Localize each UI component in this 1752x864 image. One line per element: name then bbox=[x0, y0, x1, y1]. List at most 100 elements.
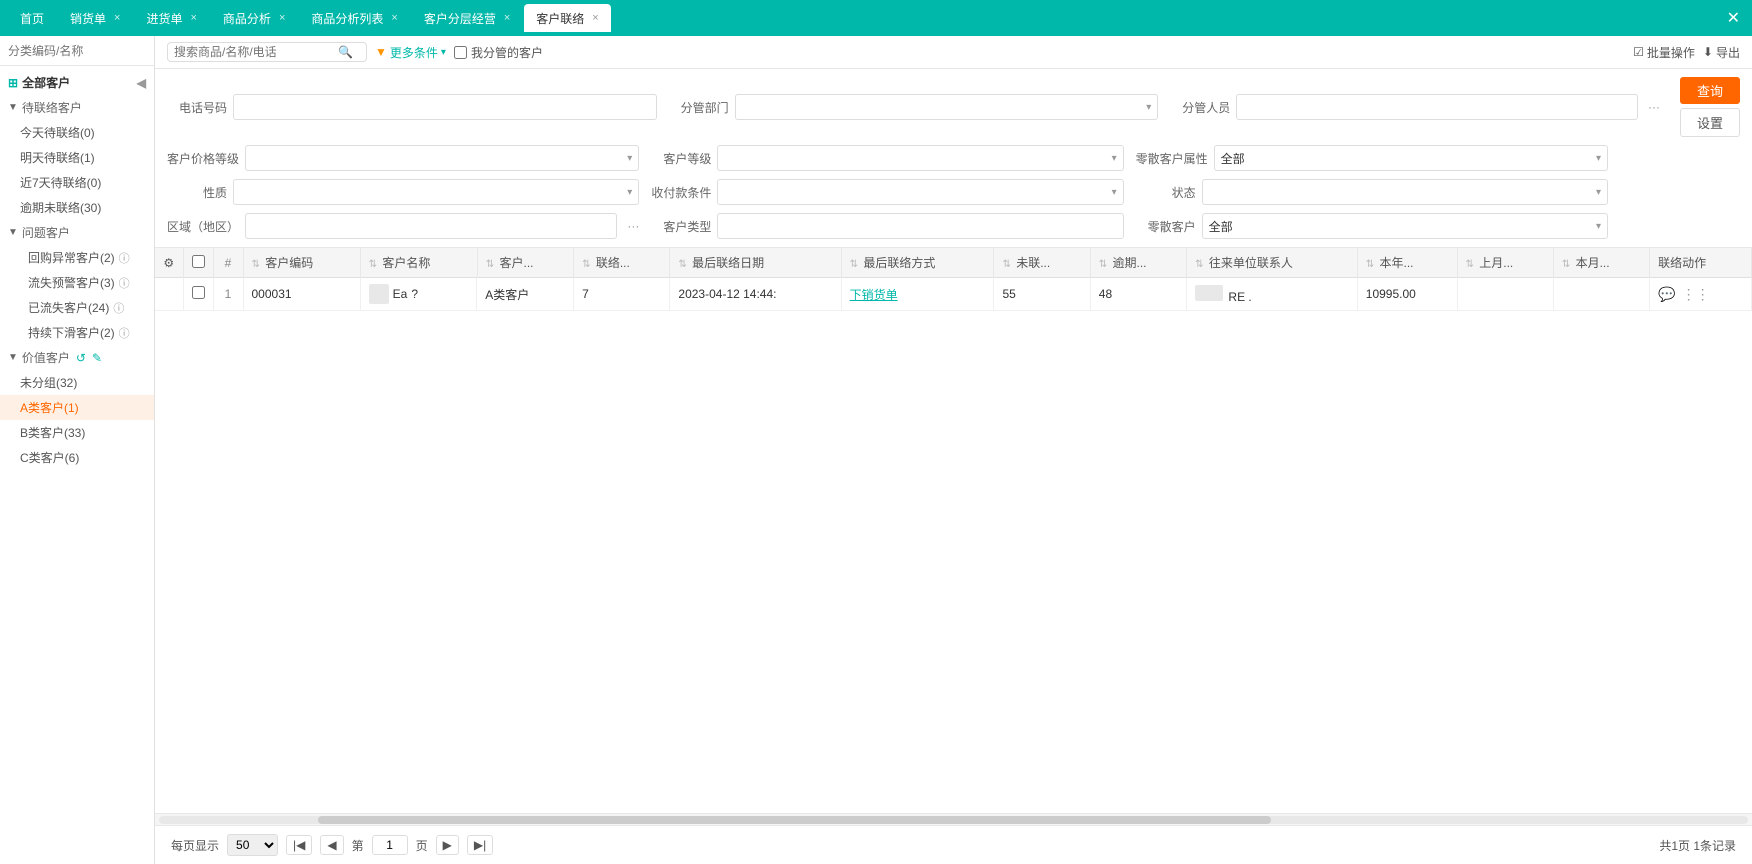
name-sort-icon[interactable]: ⇅ bbox=[369, 259, 377, 270]
prev-page-button[interactable]: ◀ bbox=[320, 835, 343, 855]
code-sort-icon[interactable]: ⇅ bbox=[252, 259, 260, 270]
filter-select-nature[interactable]: ▾ bbox=[233, 179, 639, 205]
sidebar-item-today[interactable]: 今天待联络(0) bbox=[0, 120, 154, 145]
filter-select-price-level[interactable]: ▾ bbox=[245, 145, 639, 171]
sidebar-item-churn-warning[interactable]: 流失预警客户(3) ⓘ bbox=[0, 270, 154, 295]
window-close-button[interactable]: ✕ bbox=[1723, 4, 1744, 32]
page-size-select[interactable]: 50 100 200 bbox=[227, 834, 278, 856]
sidebar-item-declining[interactable]: 持续下滑客户(2) ⓘ bbox=[0, 320, 154, 345]
filter-label-retail: 零散客户 bbox=[1136, 218, 1196, 235]
refresh-value-icon[interactable]: ↺ bbox=[76, 351, 86, 365]
total-records: 共1页 1条记录 bbox=[1659, 837, 1736, 854]
col-settings-icon[interactable]: ⚙ bbox=[163, 256, 174, 270]
sidebar-all-customers[interactable]: ⊞ 全部客户 ◀ bbox=[0, 66, 154, 95]
filter-select-retail[interactable]: 全部 ▾ bbox=[1202, 213, 1608, 239]
first-page-button[interactable]: |◀ bbox=[286, 835, 312, 855]
row-checkbox[interactable] bbox=[192, 286, 205, 299]
group-pending-label: 待联络客户 bbox=[22, 99, 82, 116]
region-dots-icon[interactable]: ··· bbox=[627, 219, 639, 233]
filter-input-person[interactable] bbox=[1236, 94, 1638, 120]
td-last-month bbox=[1457, 278, 1553, 311]
horizontal-scrollbar[interactable] bbox=[155, 813, 1752, 825]
scrollbar-track bbox=[159, 816, 1748, 824]
filter-label-person: 分管人员 bbox=[1170, 99, 1230, 116]
sidebar-group-value[interactable]: ▼ 价值客户 ↺ ✎ bbox=[0, 345, 154, 370]
more-action-icon[interactable]: ⋮⋮ bbox=[1682, 286, 1710, 303]
next-page-button[interactable]: ▶ bbox=[436, 835, 459, 855]
settings-button[interactable]: 设置 bbox=[1680, 108, 1740, 137]
th-this-year: ⇅ 本年... bbox=[1357, 248, 1457, 278]
more-filter-button[interactable]: ▼ 更多条件 ▾ bbox=[375, 44, 446, 61]
filter-select-dept[interactable]: ▾ bbox=[735, 94, 1159, 120]
search-button[interactable]: 🔍 bbox=[338, 45, 353, 59]
sidebar-item-tomorrow[interactable]: 明天待联络(1) bbox=[0, 145, 154, 170]
nav-tab-customer-seg[interactable]: 客户分层经营 × bbox=[412, 4, 522, 32]
page-input[interactable] bbox=[372, 835, 408, 855]
sidebar-search-input[interactable] bbox=[8, 44, 155, 58]
this-year-sort-icon[interactable]: ⇅ bbox=[1366, 259, 1374, 270]
nav-tab-purchase[interactable]: 进货单 × bbox=[134, 4, 208, 32]
filter-form: 电话号码 分管部门 ▾ 分管人员 ··· 查询 设置 bbox=[155, 69, 1752, 248]
td-settings bbox=[155, 278, 183, 311]
sidebar-item-class-b[interactable]: B类客户(33) bbox=[0, 420, 154, 445]
content-area: 🔍 ▼ 更多条件 ▾ 我分管的客户 ☑ 批量操作 ⬇ 导出 bbox=[155, 36, 1752, 864]
search-input[interactable] bbox=[174, 45, 334, 59]
filter-label-price-level: 客户价格等级 bbox=[167, 150, 239, 167]
select-all-checkbox[interactable] bbox=[192, 255, 205, 268]
last-page-button[interactable]: ▶| bbox=[467, 835, 493, 855]
td-checkbox[interactable] bbox=[183, 278, 213, 311]
last-month-sort-icon[interactable]: ⇅ bbox=[1466, 259, 1474, 270]
last-contact-method-link[interactable]: 下销货单 bbox=[850, 288, 898, 302]
filter-select-status[interactable]: ▾ bbox=[1202, 179, 1608, 205]
overdue-days-sort-icon[interactable]: ⇅ bbox=[1099, 259, 1107, 270]
filter-select-payment[interactable]: ▾ bbox=[717, 179, 1123, 205]
th-code: ⇅ 客户编码 bbox=[243, 248, 360, 278]
td-overdue-days: 48 bbox=[1090, 278, 1186, 311]
filter-input-phone[interactable] bbox=[233, 94, 657, 120]
sidebar-item-class-a[interactable]: A类客户(1) bbox=[0, 395, 154, 420]
nav-tab-purchase-label: 进货单 bbox=[146, 10, 182, 27]
this-month-sort-icon[interactable]: ⇅ bbox=[1562, 259, 1570, 270]
last-contact-method-sort-icon[interactable]: ⇅ bbox=[850, 259, 858, 270]
filter-input-customer-type[interactable] bbox=[717, 213, 1123, 239]
no-contact-days-sort-icon[interactable]: ⇅ bbox=[1002, 259, 1010, 270]
query-button[interactable]: 查询 bbox=[1680, 77, 1740, 104]
my-customer-checkbox[interactable] bbox=[454, 46, 467, 59]
sidebar-item-ungrouped[interactable]: 未分组(32) bbox=[0, 370, 154, 395]
my-customer-checkbox-wrap[interactable]: 我分管的客户 bbox=[454, 44, 543, 61]
last-contact-date-sort-icon[interactable]: ⇅ bbox=[678, 259, 686, 270]
filter-select-customer-level[interactable]: ▾ bbox=[717, 145, 1123, 171]
nav-tab-analysis-close[interactable]: × bbox=[279, 12, 285, 24]
nav-tab-analysis-list[interactable]: 商品分析列表 × bbox=[299, 4, 409, 32]
sidebar-collapse-button[interactable]: ◀ bbox=[137, 76, 146, 90]
sidebar-item-class-c[interactable]: C类客户(6) bbox=[0, 445, 154, 470]
sidebar-item-7days[interactable]: 近7天待联络(0) bbox=[0, 170, 154, 195]
filter-select-retail-attr[interactable]: 全部 ▾ bbox=[1214, 145, 1608, 171]
filter-input-region[interactable] bbox=[245, 213, 617, 239]
nav-tab-customer-contact[interactable]: 客户联络 × bbox=[524, 4, 610, 32]
export-button[interactable]: ⬇ 导出 bbox=[1703, 44, 1740, 61]
nav-tab-purchase-close[interactable]: × bbox=[190, 12, 196, 24]
sidebar-item-churned[interactable]: 已流失客户(24) ⓘ bbox=[0, 295, 154, 320]
person-dots-icon[interactable]: ··· bbox=[1648, 100, 1660, 114]
nav-tab-customer-seg-close[interactable]: × bbox=[504, 12, 510, 24]
scrollbar-thumb[interactable] bbox=[318, 816, 1271, 824]
nav-tab-sales[interactable]: 销货单 × bbox=[58, 4, 132, 32]
sidebar-group-problem[interactable]: ▼ 问题客户 bbox=[0, 220, 154, 245]
edit-value-icon[interactable]: ✎ bbox=[92, 351, 102, 365]
nav-tab-sales-close[interactable]: × bbox=[114, 12, 120, 24]
batch-op-button[interactable]: ☑ 批量操作 bbox=[1633, 44, 1695, 61]
contact-count-sort-icon[interactable]: ⇅ bbox=[582, 259, 590, 270]
nav-tab-analysis[interactable]: 商品分析 × bbox=[211, 4, 297, 32]
nav-tab-analysis-list-close[interactable]: × bbox=[391, 12, 397, 24]
sidebar-group-pending[interactable]: ▼ 待联络客户 bbox=[0, 95, 154, 120]
contact-action-icon[interactable]: 💬 bbox=[1658, 286, 1675, 303]
td-name[interactable]: Ea? bbox=[361, 278, 478, 310]
filter-cell-price-level: 客户价格等级 ▾ bbox=[167, 145, 651, 171]
sidebar-item-abnormal-repurchase[interactable]: 回购异常客户(2) ⓘ bbox=[0, 245, 154, 270]
nav-tab-home[interactable]: 首页 bbox=[8, 4, 56, 32]
nav-tab-customer-contact-close[interactable]: × bbox=[592, 12, 598, 24]
unit-contact-sort-icon[interactable]: ⇅ bbox=[1195, 259, 1203, 270]
sidebar-item-overdue[interactable]: 逾期未联络(30) bbox=[0, 195, 154, 220]
customer-type-sort-icon[interactable]: ⇅ bbox=[486, 259, 494, 270]
